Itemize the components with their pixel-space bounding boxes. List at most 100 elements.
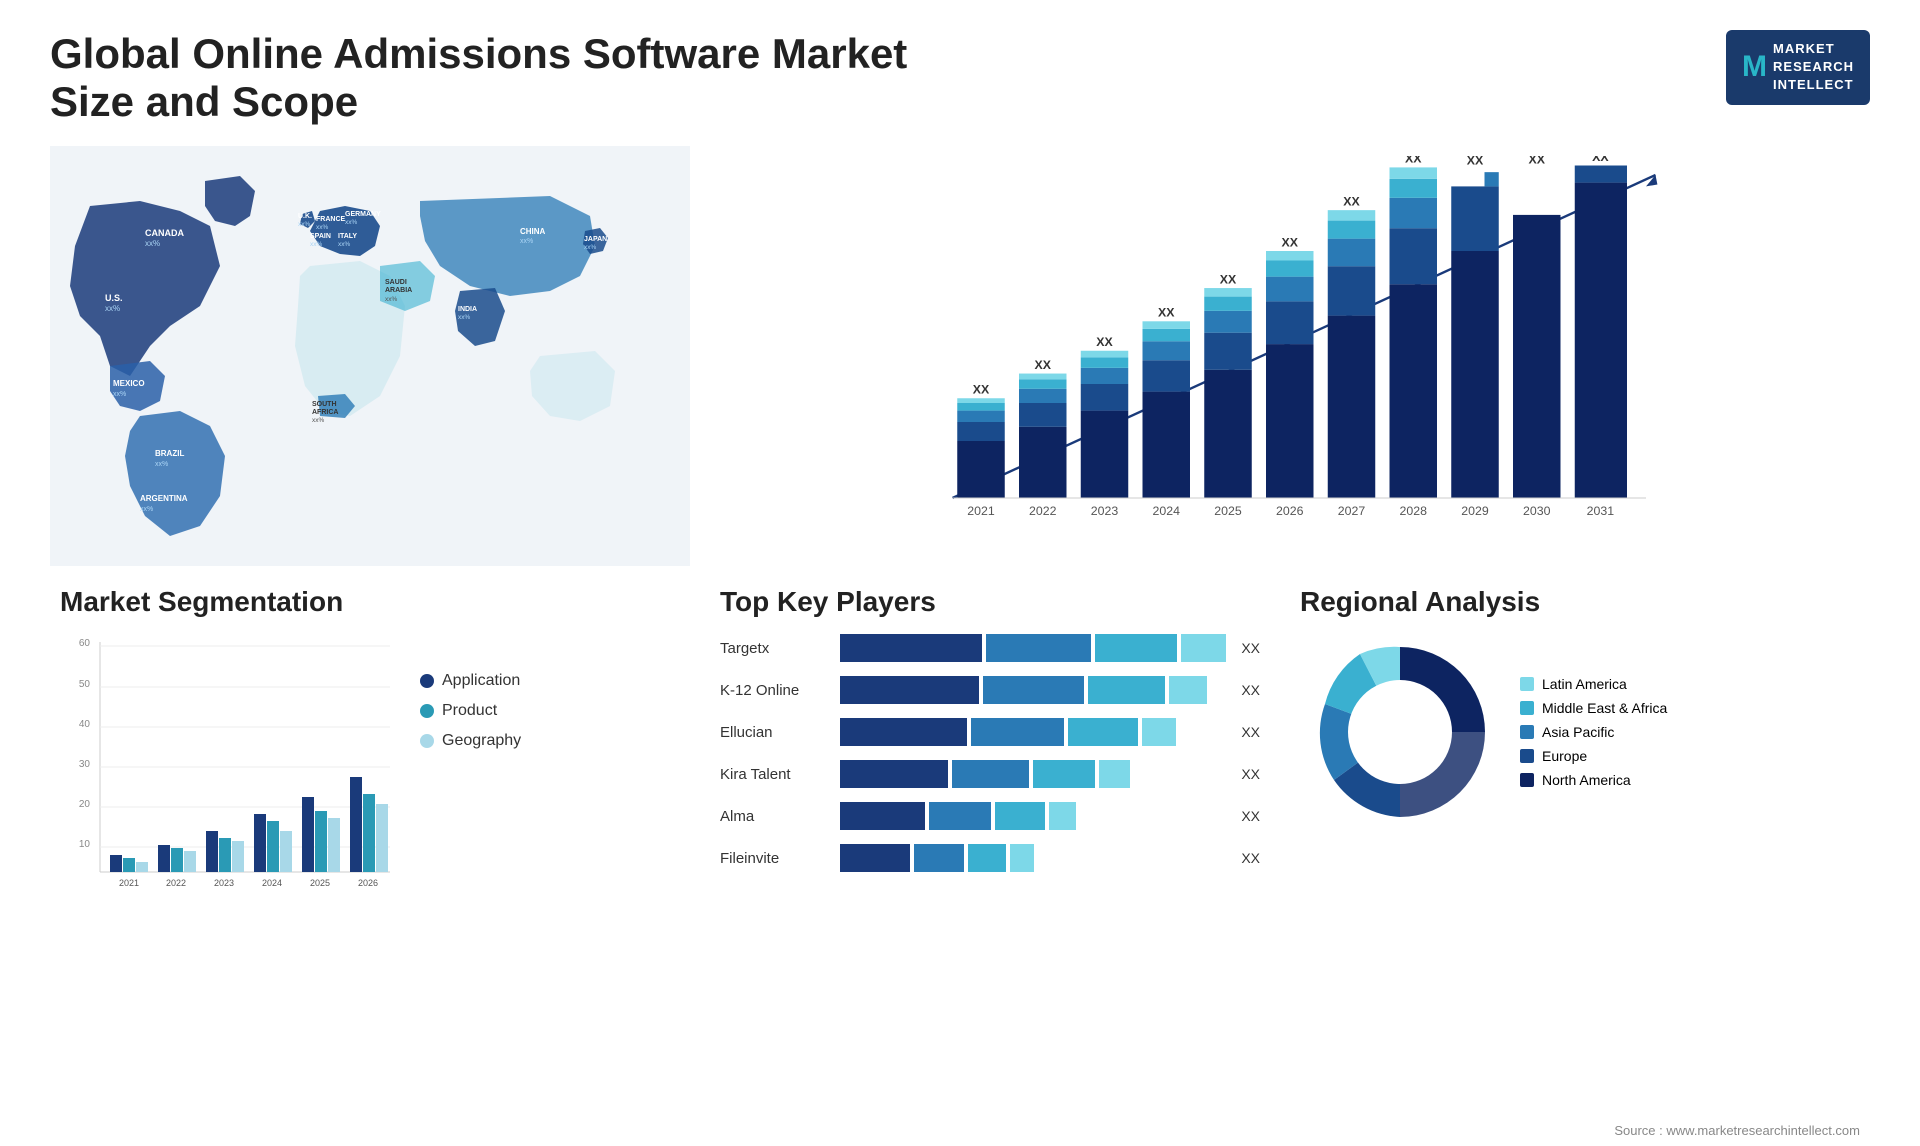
player-row-targetx: Targetx XX [720, 632, 1260, 664]
segmentation-section: Market Segmentation 60 50 40 30 20 10 [50, 576, 690, 1006]
player-val-k12: XX [1241, 682, 1260, 698]
svg-text:BRAZIL: BRAZIL [155, 449, 184, 458]
svg-text:ITALY: ITALY [338, 233, 357, 240]
svg-text:xx%: xx% [338, 241, 351, 248]
player-bar-alma [840, 800, 1226, 832]
player-val-ellucian: XX [1241, 724, 1260, 740]
player-name-fileinvite: Fileinvite [720, 850, 830, 867]
logo-line2: RESEARCH [1773, 58, 1854, 76]
svg-text:CHINA: CHINA [520, 227, 546, 236]
donut-legend: Latin America Middle East & Africa Asia … [1520, 676, 1667, 788]
svg-text:xx%: xx% [345, 219, 358, 226]
player-bar-fileinvite [840, 842, 1226, 874]
svg-text:xx%: xx% [312, 417, 325, 424]
svg-text:XX: XX [1220, 272, 1237, 286]
players-section: Top Key Players Targetx XX [700, 576, 1280, 1006]
svg-text:xx%: xx% [298, 221, 311, 228]
svg-text:XX: XX [973, 383, 990, 397]
page-title: Global Online Admissions Software Market… [50, 30, 950, 126]
player-bar-kira [840, 758, 1226, 790]
legend-dot-application [420, 674, 434, 688]
svg-text:XX: XX [1405, 156, 1422, 166]
svg-text:MEXICO: MEXICO [113, 379, 145, 388]
legend-item-product: Product [420, 702, 521, 720]
player-bar-targetx [840, 632, 1226, 664]
svg-text:2021: 2021 [119, 878, 139, 888]
svg-text:xx%: xx% [520, 238, 533, 245]
player-val-targetx: XX [1241, 640, 1260, 656]
legend-label-geography: Geography [442, 732, 521, 750]
map-section: CANADA xx% U.S. xx% MEXICO xx% BRAZIL xx… [50, 146, 690, 566]
legend-europe: Europe [1520, 748, 1667, 764]
svg-text:xx%: xx% [458, 314, 471, 321]
svg-text:2031: 2031 [1587, 504, 1615, 518]
svg-text:SOUTH: SOUTH [312, 401, 337, 408]
svg-text:40: 40 [79, 719, 91, 730]
legend-item-geography: Geography [420, 732, 521, 750]
player-bar-ellucian [840, 716, 1226, 748]
svg-text:2021: 2021 [967, 504, 995, 518]
legend-dot-geography [420, 734, 434, 748]
legend-latin-label: Latin America [1542, 676, 1627, 692]
logo-line3: INTELLECT [1773, 76, 1854, 94]
main-grid: CANADA xx% U.S. xx% MEXICO xx% BRAZIL xx… [50, 146, 1870, 1006]
legend-latin-america: Latin America [1520, 676, 1667, 692]
svg-text:2025: 2025 [1214, 504, 1242, 518]
legend-dot-product [420, 704, 434, 718]
svg-text:XX: XX [1343, 194, 1360, 208]
svg-text:2025: 2025 [310, 878, 330, 888]
legend-apac-label: Asia Pacific [1542, 724, 1614, 740]
svg-text:SAUDI: SAUDI [385, 279, 407, 286]
players-title: Top Key Players [720, 586, 1260, 618]
svg-text:2026: 2026 [358, 878, 378, 888]
player-name-kira: Kira Talent [720, 766, 830, 783]
svg-text:XX: XX [1467, 156, 1484, 168]
svg-text:XX: XX [1282, 235, 1299, 249]
logo-line1: MARKET [1773, 40, 1854, 58]
world-map-svg: CANADA xx% U.S. xx% MEXICO xx% BRAZIL xx… [50, 146, 690, 566]
player-row-fileinvite: Fileinvite XX [720, 842, 1260, 874]
svg-text:FRANCE: FRANCE [316, 216, 345, 223]
player-name-k12: K-12 Online [720, 682, 830, 699]
donut-chart [1300, 632, 1500, 832]
svg-text:AFRICA: AFRICA [312, 409, 338, 416]
legend-north-america: North America [1520, 772, 1667, 788]
svg-text:XX: XX [1158, 306, 1175, 320]
svg-text:INDIA: INDIA [458, 306, 477, 313]
player-val-fileinvite: XX [1241, 850, 1260, 866]
svg-text:XX: XX [1529, 156, 1546, 167]
svg-text:20: 20 [79, 799, 91, 810]
svg-text:10: 10 [79, 839, 91, 850]
player-name-ellucian: Ellucian [720, 724, 830, 741]
svg-text:30: 30 [79, 759, 91, 770]
regional-title: Regional Analysis [1300, 586, 1860, 618]
bar-chart-section: XX XX XX XX [700, 146, 1870, 566]
svg-text:2024: 2024 [1153, 504, 1181, 518]
players-list: Targetx XX K-12 Online [720, 632, 1260, 874]
svg-text:2024: 2024 [262, 878, 282, 888]
seg-chart-area: 60 50 40 30 20 10 [60, 632, 680, 912]
legend-mea-label: Middle East & Africa [1542, 700, 1667, 716]
bar-chart-visual: XX XX XX XX [720, 156, 1850, 536]
player-row-k12: K-12 Online XX [720, 674, 1260, 706]
svg-text:2030: 2030 [1523, 504, 1551, 518]
svg-text:SPAIN: SPAIN [310, 233, 331, 240]
segmentation-title: Market Segmentation [60, 586, 680, 618]
logo-area: M MARKET RESEARCH INTELLECT [1726, 30, 1870, 105]
svg-text:2022: 2022 [166, 878, 186, 888]
logo-letter: M [1742, 46, 1767, 88]
right-bottom: Top Key Players Targetx XX [700, 576, 1870, 1006]
seg-legend: Application Product Geography [420, 632, 521, 750]
legend-label-product: Product [442, 702, 497, 720]
svg-text:xx%: xx% [584, 244, 597, 251]
svg-text:2028: 2028 [1400, 504, 1428, 518]
svg-text:GERMANY: GERMANY [345, 211, 381, 218]
legend-item-application: Application [420, 672, 521, 690]
header: Global Online Admissions Software Market… [50, 30, 1870, 126]
player-bar-k12 [840, 674, 1226, 706]
canada-label: CANADA [145, 228, 184, 238]
svg-text:ARABIA: ARABIA [385, 287, 412, 294]
page-wrapper: Global Online Admissions Software Market… [0, 0, 1920, 1146]
svg-text:xx%: xx% [113, 391, 126, 398]
svg-text:2029: 2029 [1461, 504, 1489, 518]
